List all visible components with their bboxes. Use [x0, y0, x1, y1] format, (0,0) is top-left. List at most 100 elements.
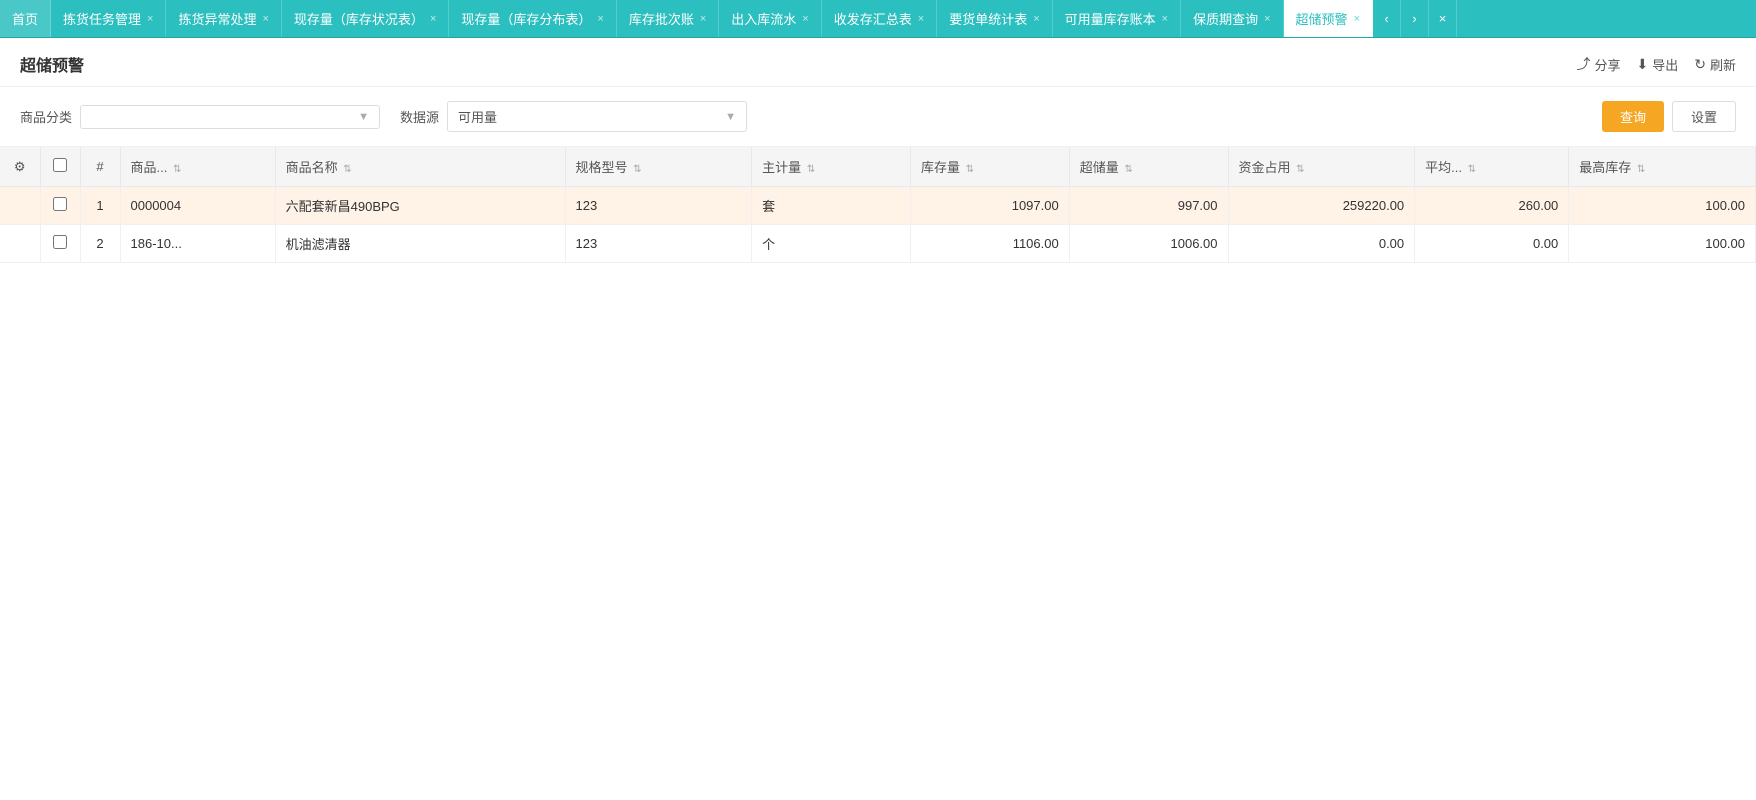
row-overstock: 997.00	[1069, 187, 1228, 225]
sort-unit: ⇅	[807, 164, 815, 175]
table-container: ⚙ # 商品... ⇅ 商品名称 ⇅ 规格型号	[0, 147, 1756, 263]
select-all-checkbox[interactable]	[53, 158, 67, 172]
nav-pick-exception[interactable]: 拣货异常处理 ×	[166, 0, 281, 37]
row-select-checkbox[interactable]	[53, 235, 67, 249]
row-avg: 260.00	[1415, 187, 1569, 225]
nav-home[interactable]: 首页	[0, 0, 51, 37]
nav-shelf-life[interactable]: 保质期查询 ×	[1181, 0, 1283, 37]
product-category-filter: 商品分类 ▼	[20, 105, 380, 129]
page-content: 超储预警 ⤴ 分享 ⬇ 导出 ↻ 刷新 商品分类 ▼ 数据源	[0, 38, 1756, 800]
spec-col-header[interactable]: 规格型号 ⇅	[565, 147, 752, 187]
product-code-col-header[interactable]: 商品... ⇅	[120, 147, 275, 187]
nav-stock-batch[interactable]: 库存批次账 ×	[617, 0, 719, 37]
nav-available-stock[interactable]: 可用量库存账本 ×	[1053, 0, 1181, 37]
row-capital: 0.00	[1228, 225, 1415, 263]
row-num: 2	[80, 225, 120, 263]
row-product-code: 186-10...	[120, 225, 275, 263]
filter-bar: 商品分类 ▼ 数据源 可用量 ▼ 查询 设置	[0, 87, 1756, 147]
refresh-icon: ↻	[1694, 56, 1706, 73]
data-source-filter: 数据源 可用量 ▼	[400, 101, 747, 132]
nav-inout-flow[interactable]: 出入库流水 ×	[719, 0, 821, 37]
row-unit: 套	[752, 187, 911, 225]
row-product-name: 机油滤清器	[275, 225, 565, 263]
export-action[interactable]: ⬇ 导出	[1637, 55, 1679, 74]
product-category-label: 商品分类	[20, 107, 72, 126]
table-row: 2 186-10... 机油滤清器 123 个 1106.00 1006.00 …	[0, 225, 1756, 263]
row-num: 1	[80, 187, 120, 225]
row-checkbox[interactable]	[40, 225, 80, 263]
row-max-stock: 100.00	[1569, 187, 1756, 225]
close-stock-batch[interactable]: ×	[700, 13, 706, 25]
nav-order-stat[interactable]: 要货单统计表 ×	[937, 0, 1052, 37]
checkbox-col-header	[40, 147, 80, 187]
row-overstock: 1006.00	[1069, 225, 1228, 263]
capital-col-header[interactable]: 资金占用 ⇅	[1228, 147, 1415, 187]
data-source-select[interactable]: 可用量 ▼	[447, 101, 747, 132]
row-avg: 0.00	[1415, 225, 1569, 263]
nav-stock-dist[interactable]: 现存量（库存分布表） ×	[449, 0, 616, 37]
sort-overstock: ⇅	[1124, 164, 1132, 175]
row-capital: 259220.00	[1228, 187, 1415, 225]
sort-spec: ⇅	[633, 164, 641, 175]
refresh-action[interactable]: ↻ 刷新	[1694, 55, 1736, 74]
close-pick-task[interactable]: ×	[147, 13, 153, 25]
export-icon: ⬇	[1637, 56, 1649, 73]
row-select-checkbox[interactable]	[53, 197, 67, 211]
row-product-name: 六配套新昌490BPG	[275, 187, 565, 225]
sort-max-stock: ⇅	[1637, 164, 1645, 175]
row-checkbox[interactable]	[40, 187, 80, 225]
close-inout-flow[interactable]: ×	[802, 13, 808, 25]
gear-icon[interactable]: ⚙	[14, 159, 26, 174]
page-title: 超储预警	[20, 52, 84, 76]
product-name-col-header[interactable]: 商品名称 ⇅	[275, 147, 565, 187]
close-recv-send[interactable]: ×	[918, 13, 924, 25]
nav-next-arrow[interactable]: ›	[1401, 0, 1429, 37]
query-button[interactable]: 查询	[1602, 101, 1664, 132]
overstock-col-header[interactable]: 超储量 ⇅	[1069, 147, 1228, 187]
close-overstock[interactable]: ×	[1354, 13, 1360, 25]
sort-capital: ⇅	[1296, 164, 1304, 175]
row-spec: 123	[565, 225, 752, 263]
unit-col-header[interactable]: 主计量 ⇅	[752, 147, 911, 187]
nav-stock-status[interactable]: 现存量（库存状况表） ×	[282, 0, 449, 37]
stock-col-header[interactable]: 库存量 ⇅	[910, 147, 1069, 187]
data-source-value: 可用量	[458, 107, 497, 126]
avg-col-header[interactable]: 平均... ⇅	[1415, 147, 1569, 187]
product-category-chevron: ▼	[358, 111, 369, 123]
product-category-select[interactable]: ▼	[80, 105, 380, 129]
top-nav: 首页 拣货任务管理 × 拣货异常处理 × 现存量（库存状况表） × 现存量（库存…	[0, 0, 1756, 38]
nav-recv-send[interactable]: 收发存汇总表 ×	[822, 0, 937, 37]
row-max-stock: 100.00	[1569, 225, 1756, 263]
setting-button[interactable]: 设置	[1672, 101, 1736, 132]
nav-pick-task[interactable]: 拣货任务管理 ×	[51, 0, 166, 37]
close-order-stat[interactable]: ×	[1033, 13, 1039, 25]
close-stock-status[interactable]: ×	[430, 13, 436, 25]
nav-prev-arrow[interactable]: ‹	[1373, 0, 1401, 37]
row-spec: 123	[565, 187, 752, 225]
nav-overstock[interactable]: 超储预警 ×	[1284, 0, 1373, 37]
sort-avg: ⇅	[1468, 164, 1476, 175]
header-actions: ⤴ 分享 ⬇ 导出 ↻ 刷新	[1576, 54, 1736, 74]
row-unit: 个	[752, 225, 911, 263]
data-source-chevron: ▼	[725, 111, 736, 123]
max-stock-col-header[interactable]: 最高库存 ⇅	[1569, 147, 1756, 187]
sort-product-code: ⇅	[173, 164, 181, 175]
nav-close-arrow[interactable]: ×	[1429, 0, 1457, 37]
close-pick-exception[interactable]: ×	[262, 13, 268, 25]
row-product-code: 0000004	[120, 187, 275, 225]
close-stock-dist[interactable]: ×	[597, 13, 603, 25]
gear-col-header: ⚙	[0, 147, 40, 187]
sort-product-name: ⇅	[343, 164, 351, 175]
row-gear	[0, 225, 40, 263]
filter-actions: 查询 设置	[1602, 101, 1736, 132]
share-action[interactable]: ⤴ 分享	[1576, 54, 1620, 74]
sort-stock: ⇅	[966, 164, 974, 175]
row-stock: 1106.00	[910, 225, 1069, 263]
close-shelf-life[interactable]: ×	[1264, 13, 1270, 25]
close-available-stock[interactable]: ×	[1162, 13, 1168, 25]
data-source-label: 数据源	[400, 107, 439, 126]
overstock-table: ⚙ # 商品... ⇅ 商品名称 ⇅ 规格型号	[0, 147, 1756, 263]
table-row: 1 0000004 六配套新昌490BPG 123 套 1097.00 997.…	[0, 187, 1756, 225]
num-col-header: #	[80, 147, 120, 187]
page-header: 超储预警 ⤴ 分享 ⬇ 导出 ↻ 刷新	[0, 38, 1756, 87]
